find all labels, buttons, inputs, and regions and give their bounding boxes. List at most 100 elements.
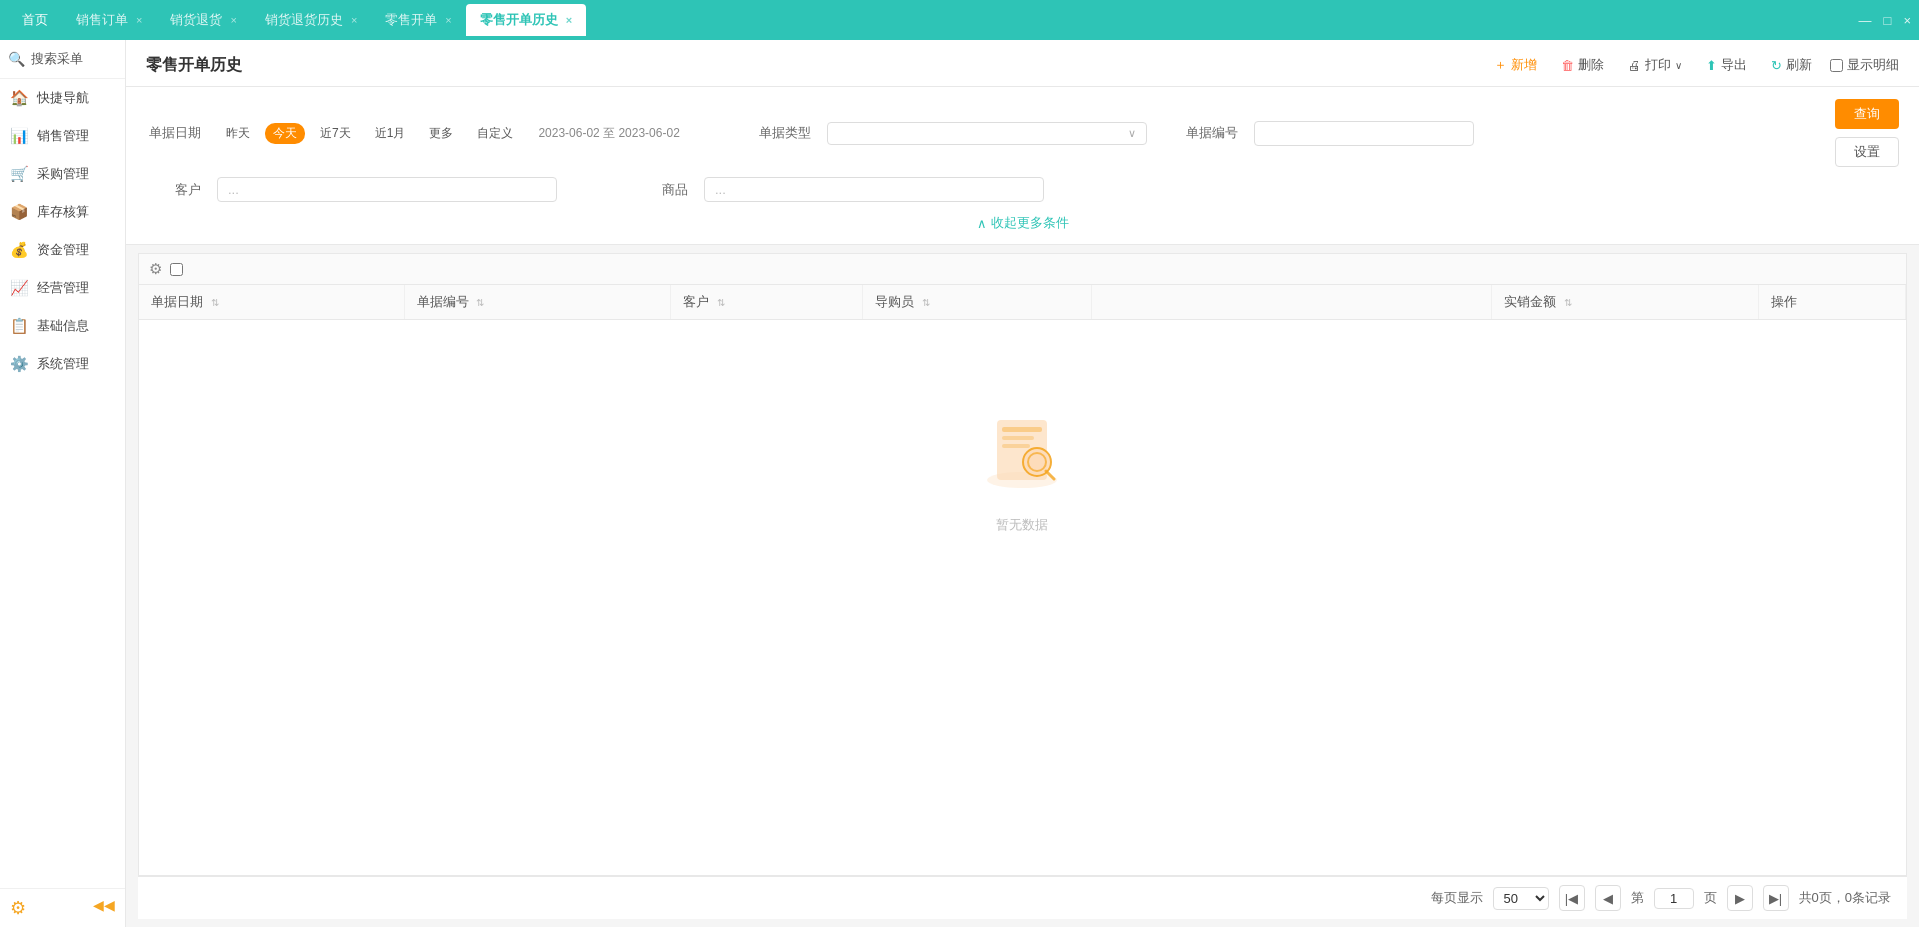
empty-cell: 暂无数据: [139, 320, 1906, 615]
col-customer-sort-icon[interactable]: ⇅: [717, 297, 725, 308]
collapse-up-icon: ∧: [977, 216, 987, 231]
prev-page-btn[interactable]: ◀: [1595, 885, 1621, 911]
tab-retail-open-close[interactable]: ×: [445, 14, 451, 26]
sidebar-item-basic-info[interactable]: 📋 基础信息: [0, 307, 125, 345]
date-btn-more[interactable]: 更多: [420, 122, 462, 145]
query-button[interactable]: 查询: [1835, 99, 1899, 129]
first-page-btn[interactable]: |◀: [1559, 885, 1585, 911]
filter-area: 单据日期 昨天 今天 近7天 近1月 更多 自定义 2023-06-02 至 2…: [126, 87, 1919, 245]
new-label: 新增: [1511, 56, 1537, 74]
col-date[interactable]: 单据日期 ⇅: [139, 285, 404, 320]
window-controls: — □ ×: [1859, 13, 1911, 28]
page-number-input[interactable]: [1654, 888, 1694, 909]
col-customer[interactable]: 客户 ⇅: [671, 285, 863, 320]
sidebar-item-sales-mgmt[interactable]: 📊 销售管理: [0, 117, 125, 155]
sidebar-search-label: 搜索采单: [31, 50, 83, 68]
sidebar-item-purchase-mgmt[interactable]: 🛒 采购管理: [0, 155, 125, 193]
content-area: 零售开单历史 ＋ 新增 🗑 删除 🖨 打印 ∨ ⬆ 导出: [126, 40, 1919, 927]
date-btn-today[interactable]: 今天: [265, 123, 305, 144]
sidebar-item-operations[interactable]: 📈 经营管理: [0, 269, 125, 307]
table-toolbar: ⚙: [139, 254, 1906, 285]
sidebar-item-inventory[interactable]: 📦 库存核算: [0, 193, 125, 231]
tab-sales-return[interactable]: 销货退货 ×: [156, 4, 250, 36]
page-total: 共0页，0条记录: [1799, 889, 1891, 907]
delete-button[interactable]: 🗑 删除: [1555, 52, 1610, 78]
col-guide-sort-icon[interactable]: ⇅: [922, 297, 930, 308]
svg-rect-3: [1002, 436, 1034, 440]
empty-illustration: [972, 400, 1072, 500]
minimize-btn[interactable]: —: [1859, 13, 1872, 28]
date-btn-custom[interactable]: 自定义: [468, 122, 522, 145]
tab-retail-open-history-close[interactable]: ×: [566, 14, 572, 26]
tab-sales-order[interactable]: 销售订单 ×: [62, 4, 156, 36]
sidebar-collapse-btn[interactable]: ◀◀: [93, 897, 115, 919]
delete-label: 删除: [1578, 56, 1604, 74]
empty-state: 暂无数据: [139, 320, 1906, 614]
col-amount[interactable]: 实销金额 ⇅: [1492, 285, 1759, 320]
inventory-icon: 📦: [10, 203, 29, 221]
date-range-display: 2023-06-02 至 2023-06-02: [538, 125, 679, 142]
refresh-label: 刷新: [1786, 56, 1812, 74]
sidebar-item-inventory-label: 库存核算: [37, 203, 89, 221]
customer-label: 客户: [146, 181, 201, 199]
sidebar-item-purchase-mgmt-label: 采购管理: [37, 165, 89, 183]
last-page-btn[interactable]: ▶|: [1763, 885, 1789, 911]
doc-type-label: 单据类型: [756, 124, 811, 142]
col-amount-sort-icon[interactable]: ⇅: [1564, 297, 1572, 308]
refresh-button[interactable]: ↻ 刷新: [1765, 52, 1818, 78]
show-detail-checkbox[interactable]: [1830, 59, 1843, 72]
tab-sales-return-history-label: 销货退货历史: [265, 11, 343, 29]
col-date-label: 单据日期: [151, 294, 203, 309]
sidebar-item-quick-nav-label: 快捷导航: [37, 89, 89, 107]
home-icon: 🏠: [10, 89, 29, 107]
table-body: 暂无数据: [139, 320, 1906, 615]
col-spacer: [1092, 285, 1492, 320]
close-btn[interactable]: ×: [1903, 13, 1911, 28]
tab-retail-open-label: 零售开单: [385, 11, 437, 29]
tab-sales-order-close[interactable]: ×: [136, 14, 142, 26]
tab-retail-open-history[interactable]: 零售开单历史 ×: [466, 4, 586, 36]
customer-select[interactable]: ...: [217, 177, 557, 202]
collapse-btn[interactable]: ∧ 收起更多条件: [977, 214, 1069, 232]
sidebar-item-system[interactable]: ⚙️ 系统管理: [0, 345, 125, 383]
col-number[interactable]: 单据编号 ⇅: [404, 285, 671, 320]
date-btns: 昨天 今天 近7天 近1月 更多 自定义: [217, 122, 522, 145]
tab-sales-return-history-close[interactable]: ×: [351, 14, 357, 26]
next-page-btn[interactable]: ▶: [1727, 885, 1753, 911]
sidebar-item-finance[interactable]: 💰 资金管理: [0, 231, 125, 269]
doc-number-input[interactable]: [1254, 121, 1474, 146]
sidebar: 🔍 搜索采单 🏠 快捷导航 📊 销售管理 🛒 采购管理 📦 库存核算 💰 资金管…: [0, 40, 126, 927]
date-btn-last7[interactable]: 近7天: [311, 122, 360, 145]
export-button[interactable]: ⬆ 导出: [1700, 52, 1753, 78]
per-page-select[interactable]: 50 100 200: [1493, 887, 1549, 910]
search-icon: 🔍: [8, 51, 25, 67]
date-btn-yesterday[interactable]: 昨天: [217, 122, 259, 145]
print-arrow-icon: ∨: [1675, 60, 1682, 71]
col-guide-label: 导购员: [875, 294, 914, 309]
sidebar-search[interactable]: 🔍 搜索采单: [0, 40, 125, 79]
maximize-btn[interactable]: □: [1884, 13, 1892, 28]
sales-icon: 📊: [10, 127, 29, 145]
doc-type-select[interactable]: ∨: [827, 122, 1147, 145]
settings-button[interactable]: 设置: [1835, 137, 1899, 167]
tab-home[interactable]: 首页: [8, 4, 62, 36]
product-select[interactable]: ...: [704, 177, 1044, 202]
print-button[interactable]: 🖨 打印 ∨: [1622, 52, 1688, 78]
tab-sales-return-history[interactable]: 销货退货历史 ×: [251, 4, 371, 36]
tab-sales-return-close[interactable]: ×: [230, 14, 236, 26]
table-settings-icon[interactable]: ⚙: [149, 260, 162, 278]
col-number-sort-icon[interactable]: ⇅: [476, 297, 484, 308]
col-guide[interactable]: 导购员 ⇅: [863, 285, 1092, 320]
col-date-sort-icon[interactable]: ⇅: [211, 297, 219, 308]
select-all-checkbox[interactable]: [170, 263, 183, 276]
show-detail-checkbox-label[interactable]: 显示明细: [1830, 56, 1899, 74]
new-icon: ＋: [1494, 56, 1507, 74]
tab-sales-return-label: 销货退货: [170, 11, 222, 29]
tab-retail-open[interactable]: 零售开单 ×: [371, 4, 465, 36]
col-number-label: 单据编号: [417, 294, 469, 309]
sidebar-item-quick-nav[interactable]: 🏠 快捷导航: [0, 79, 125, 117]
new-button[interactable]: ＋ 新增: [1488, 52, 1543, 78]
sidebar-settings-btn[interactable]: ⚙: [10, 897, 26, 919]
doc-number-label: 单据编号: [1183, 124, 1238, 142]
date-btn-last-month[interactable]: 近1月: [366, 122, 415, 145]
